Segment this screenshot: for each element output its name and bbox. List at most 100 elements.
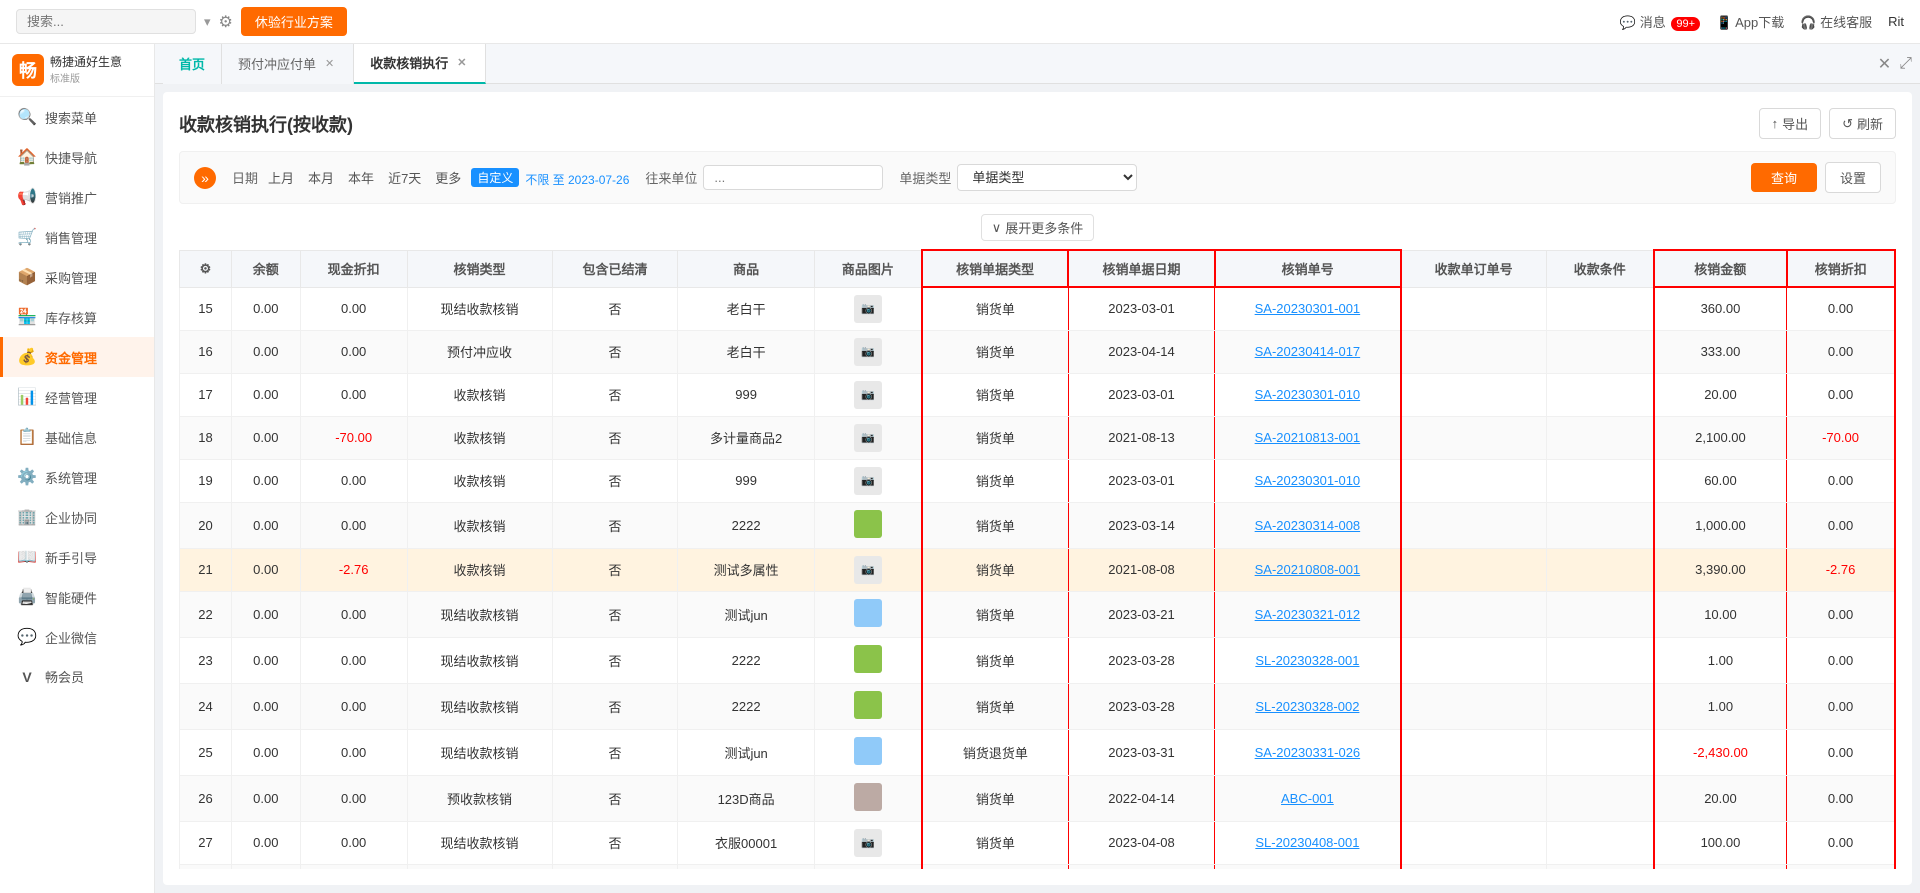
- doc-no-link[interactable]: SA-20210813-001: [1255, 430, 1361, 445]
- product-img-cell: 📷: [814, 287, 922, 330]
- sidebar-label-system: 系统管理: [45, 468, 97, 487]
- filter-this-year[interactable]: 本年: [344, 166, 378, 189]
- expand-more-btn[interactable]: ∨ 展开更多条件: [981, 214, 1095, 241]
- sidebar-item-quick-nav[interactable]: 🏠 快捷导航: [0, 137, 154, 177]
- sidebar-item-operations[interactable]: 📊 经营管理: [0, 377, 154, 417]
- doc-no-link[interactable]: SA-20230301-001: [1255, 301, 1361, 316]
- page-content: 收款核销执行(按收款) ↑ 导出 ↺ 刷新 » 日期: [163, 92, 1912, 885]
- user-label: Rit: [1888, 14, 1904, 29]
- filter-more[interactable]: 更多: [431, 166, 465, 189]
- refresh-btn[interactable]: ↺ 刷新: [1829, 108, 1896, 139]
- message-btn[interactable]: 💬 消息 99+: [1620, 12, 1700, 31]
- filter-last-month[interactable]: 上月: [264, 166, 298, 189]
- table-row: 190.000.00收款核销否999📷销货单2023-03-01SA-20230…: [180, 459, 1896, 502]
- sidebar-item-search[interactable]: 🔍 搜索菜单: [0, 97, 154, 137]
- filter-doctype-select[interactable]: 单据类型 销货单 销货退货单: [957, 164, 1137, 191]
- filter-date-label: 日期: [232, 168, 258, 187]
- doc-no-link[interactable]: SL-20230328-002: [1255, 699, 1359, 714]
- doc-no-link[interactable]: ABC-001: [1281, 791, 1334, 806]
- table-row: 150.000.00现结收款核销否老白干📷销货单2023-03-01SA-202…: [180, 287, 1896, 330]
- doc-no-link[interactable]: SA-20230321-012: [1255, 607, 1361, 622]
- tab-bar: 首页 预付冲应付单 ✕ 收款核销执行 ✕ ✕ ⤢: [155, 44, 1920, 84]
- doc-no-link[interactable]: SA-20210808-001: [1255, 562, 1361, 577]
- product-img-cell: 📷: [814, 548, 922, 591]
- sidebar-item-smart-hw[interactable]: 🖨️ 智能硬件: [0, 577, 154, 617]
- online-service-btn[interactable]: 🎧 在线客服: [1800, 12, 1872, 31]
- sidebar-label-quick-nav: 快捷导航: [45, 148, 97, 167]
- sidebar-item-system[interactable]: ⚙️ 系统管理: [0, 457, 154, 497]
- logo-icon: 畅: [12, 54, 44, 86]
- filter-doctype-label: 单据类型: [899, 168, 951, 187]
- sidebar-item-purchase[interactable]: 📦 采购管理: [0, 257, 154, 297]
- filter-expand-btn[interactable]: »: [194, 167, 216, 189]
- filter-partner-group: 往来单位: [645, 165, 883, 190]
- col-settings[interactable]: ⚙: [180, 250, 232, 287]
- doc-no-link[interactable]: SA-20230301-010: [1255, 387, 1361, 402]
- product-img-placeholder: 📷: [854, 381, 882, 409]
- tab-verify[interactable]: 收款核销执行 ✕: [354, 44, 486, 84]
- sidebar-item-sales[interactable]: 🛒 销售管理: [0, 217, 154, 257]
- tab-expand-btn[interactable]: ⤢: [1899, 54, 1912, 74]
- sidebar-item-basic-info[interactable]: 📋 基础信息: [0, 417, 154, 457]
- product-img-cell: [814, 864, 922, 869]
- filter-7days[interactable]: 近7天: [384, 166, 425, 189]
- wechat-icon: 💬: [17, 627, 37, 647]
- tab-bar-actions: ✕ ⤢: [1878, 54, 1912, 74]
- tab-home[interactable]: 首页: [163, 44, 222, 84]
- refresh-icon: ↺: [1842, 116, 1853, 132]
- col-verify-amount: 核销金额: [1654, 250, 1787, 287]
- dropdown-icon[interactable]: ▾: [204, 14, 211, 30]
- top-bar: ▾ ⚙ 休验行业方案 💬 消息 99+ 📱 App下载 🎧 在线客服 Rit: [0, 0, 1920, 44]
- industry-btn[interactable]: 休验行业方案: [241, 7, 347, 36]
- table-row: 200.000.00收款核销否2222销货单2023-03-14SA-20230…: [180, 502, 1896, 548]
- table-row: 210.00-2.76收款核销否测试多属性📷销货单2021-08-08SA-20…: [180, 548, 1896, 591]
- logo-text: 畅捷通好生意: [50, 55, 122, 71]
- col-included-cleared: 包含已结清: [552, 250, 678, 287]
- export-btn[interactable]: ↑ 导出: [1759, 108, 1822, 139]
- main-table: ⚙ 余额 现金折扣 核销类型 包含已结清 商品 商品图片 核销单据类型 核销单据…: [179, 249, 1896, 869]
- sidebar-item-guide[interactable]: 📖 新手引导: [0, 537, 154, 577]
- col-receipt-order-no: 收款单订单号: [1401, 250, 1547, 287]
- doc-no-link[interactable]: SA-20230414-017: [1255, 344, 1361, 359]
- col-product: 商品: [678, 250, 814, 287]
- tab-prepayment-close[interactable]: ✕: [322, 56, 337, 71]
- inventory-icon: 🏪: [17, 307, 37, 327]
- product-img: [854, 645, 882, 673]
- tab-close-all-btn[interactable]: ✕: [1878, 54, 1891, 74]
- doc-no-link[interactable]: SL-20230328-001: [1255, 653, 1359, 668]
- doc-no-link[interactable]: SA-20230331-026: [1255, 745, 1361, 760]
- sidebar-item-finance[interactable]: 💰 资金管理: [0, 337, 154, 377]
- doc-no-link[interactable]: SL-20230408-001: [1255, 835, 1359, 850]
- product-img: [854, 510, 882, 538]
- filter-this-month[interactable]: 本月: [304, 166, 338, 189]
- search-icon: 🔍: [17, 107, 37, 127]
- table-row: 220.000.00现结收款核销否测试jun销货单2023-03-21SA-20…: [180, 591, 1896, 637]
- gear-icon[interactable]: ⚙: [219, 12, 233, 32]
- sidebar-label-search: 搜索菜单: [45, 108, 97, 127]
- table-row: 160.000.00预付冲应收否老白干📷销货单2023-04-14SA-2023…: [180, 330, 1896, 373]
- sidebar-item-marketing[interactable]: 📢 营销推广: [0, 177, 154, 217]
- tab-prepayment-label: 预付冲应付单: [238, 54, 316, 73]
- settings-btn[interactable]: 设置: [1825, 162, 1881, 193]
- top-search-input[interactable]: [16, 9, 196, 34]
- home-icon: 🏠: [17, 147, 37, 167]
- operations-icon: 📊: [17, 387, 37, 407]
- filter-custom-badge: 自定义: [471, 168, 519, 187]
- doc-no-link[interactable]: SA-20230301-010: [1255, 473, 1361, 488]
- app-download-btn[interactable]: 📱 App下载: [1716, 12, 1784, 31]
- doc-no-link[interactable]: SA-20230314-008: [1255, 518, 1361, 533]
- expand-more-row: ∨ 展开更多条件: [179, 214, 1896, 241]
- sidebar-item-inventory[interactable]: 🏪 库存核算: [0, 297, 154, 337]
- sidebar-item-wechat[interactable]: 💬 企业微信: [0, 617, 154, 657]
- sidebar-item-enterprise[interactable]: 🏢 企业协同: [0, 497, 154, 537]
- tab-verify-close[interactable]: ✕: [454, 55, 469, 70]
- filter-action-group: 查询 设置: [1751, 162, 1881, 193]
- query-btn[interactable]: 查询: [1751, 163, 1817, 192]
- sidebar-label-purchase: 采购管理: [45, 268, 97, 287]
- col-verify-doc-date: 核销单据日期: [1068, 250, 1214, 287]
- tab-prepayment[interactable]: 预付冲应付单 ✕: [222, 44, 354, 84]
- product-img: [854, 737, 882, 765]
- sidebar-item-member[interactable]: V 畅会员: [0, 657, 154, 696]
- table-body: 150.000.00现结收款核销否老白干📷销货单2023-03-01SA-202…: [180, 287, 1896, 869]
- filter-partner-input[interactable]: [703, 165, 883, 190]
